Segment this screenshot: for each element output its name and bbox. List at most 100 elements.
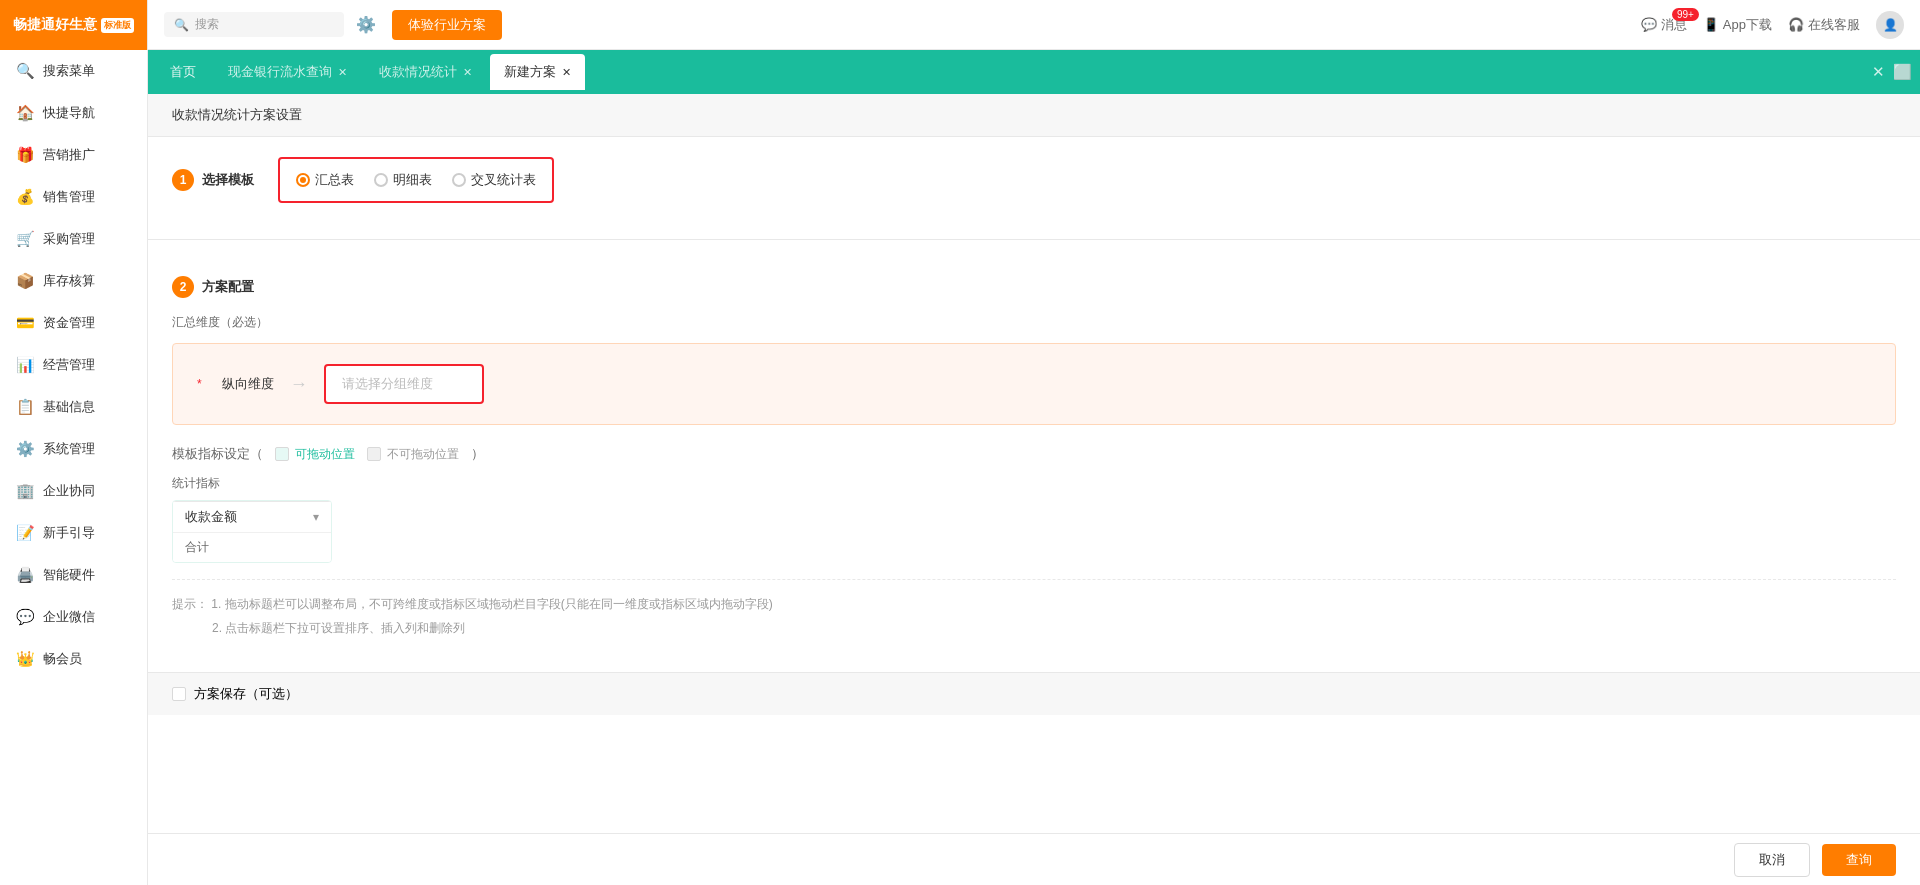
metric-header: 模板指标设定（ 可拖动位置 不可拖动位置 ） xyxy=(172,445,1896,463)
save-plan-checkbox[interactable] xyxy=(172,687,186,701)
tab-home[interactable]: 首页 xyxy=(156,57,210,87)
message-icon: 💬 xyxy=(1641,17,1657,32)
online-service[interactable]: 🎧 在线客服 xyxy=(1788,16,1860,34)
sidebar-item-label: 企业协同 xyxy=(43,482,95,500)
step2-section: 2 方案配置 汇总维度（必选） * 纵向维度 → 请选择分组维度 xyxy=(148,256,1920,672)
sidebar-item-label: 畅会员 xyxy=(43,650,82,668)
sidebar-item-search[interactable]: 🔍 搜索菜单 xyxy=(0,50,147,92)
sidebar-item-basic-info[interactable]: 📋 基础信息 xyxy=(0,386,147,428)
tab-close-icon[interactable]: ✕ xyxy=(338,67,347,78)
box-icon: 📦 xyxy=(16,272,35,290)
stats-label: 统计指标 xyxy=(172,475,220,492)
toggle-inactive-box xyxy=(367,447,381,461)
logo-text: 畅捷通好生意 xyxy=(13,16,97,34)
sidebar-item-label: 搜索菜单 xyxy=(43,62,95,80)
tab-label: 现金银行流水查询 xyxy=(228,63,332,81)
bottom-action-bar: 取消 查询 xyxy=(148,833,1920,885)
metric-layout: 统计指标 收款金额 ▾ 合计 xyxy=(172,475,1896,563)
sidebar-item-enterprise[interactable]: 🏢 企业协同 xyxy=(0,470,147,512)
guide-icon: 📝 xyxy=(16,524,35,542)
sidebar-item-sales[interactable]: 💰 销售管理 xyxy=(0,176,147,218)
sidebar-item-label: 资金管理 xyxy=(43,314,95,332)
sidebar: 畅捷通好生意 标准版 🔍 搜索菜单 🏠 快捷导航 🎁 营销推广 💰 销售管理 🛒… xyxy=(0,0,148,885)
card-icon: 💳 xyxy=(16,314,35,332)
sidebar-item-guide[interactable]: 📝 新手引导 xyxy=(0,512,147,554)
download-icon: 📱 xyxy=(1703,17,1719,32)
dim-selector[interactable]: 请选择分组维度 xyxy=(324,364,484,404)
settings-icon[interactable]: ⚙️ xyxy=(356,15,376,34)
sidebar-item-purchase[interactable]: 🛒 采购管理 xyxy=(0,218,147,260)
metric-row-label: 合计 xyxy=(185,540,209,554)
maximize-icon[interactable]: ⬜ xyxy=(1893,63,1912,81)
sidebar-item-marketing[interactable]: 🎁 营销推广 xyxy=(0,134,147,176)
step1-number: 1 xyxy=(172,169,194,191)
metric-table: 收款金额 ▾ 合计 xyxy=(172,500,332,563)
sidebar-item-label: 快捷导航 xyxy=(43,104,95,122)
tab-receipt-stats[interactable]: 收款情况统计 ✕ xyxy=(365,54,486,90)
sidebar-item-member[interactable]: 👑 畅会员 xyxy=(0,638,147,680)
sidebar-item-label: 营销推广 xyxy=(43,146,95,164)
cancel-button[interactable]: 取消 xyxy=(1734,843,1810,877)
tab-close-icon[interactable]: ✕ xyxy=(562,67,571,78)
industry-btn[interactable]: 体验行业方案 xyxy=(392,10,502,40)
header-right: 💬 消息 99+ 📱 App下载 🎧 在线客服 👤 xyxy=(1641,11,1904,39)
dimension-area: * 纵向维度 → 请选择分组维度 xyxy=(172,343,1896,425)
tab-close-icon[interactable]: ✕ xyxy=(463,67,472,78)
dim-section-title: 汇总维度（必选） xyxy=(172,314,1896,331)
user-avatar[interactable]: 👤 xyxy=(1876,11,1904,39)
query-button[interactable]: 查询 xyxy=(1822,844,1896,876)
sidebar-item-wechat[interactable]: 💬 企业微信 xyxy=(0,596,147,638)
list-icon: 📋 xyxy=(16,398,35,416)
app-download[interactable]: 📱 App下载 xyxy=(1703,16,1772,34)
radio-summary[interactable]: 汇总表 xyxy=(296,171,354,189)
close-window-icon[interactable]: ✕ xyxy=(1872,63,1885,81)
sidebar-item-quick-nav[interactable]: 🏠 快捷导航 xyxy=(0,92,147,134)
radio-cross[interactable]: 交叉统计表 xyxy=(452,171,536,189)
message-badge[interactable]: 💬 消息 99+ xyxy=(1641,16,1687,34)
tab-label: 新建方案 xyxy=(504,63,556,81)
toggle-inactive[interactable]: 不可拖动位置 xyxy=(367,446,459,463)
stats-label-area: 统计指标 收款金额 ▾ 合计 xyxy=(172,475,332,563)
sidebar-item-system[interactable]: ⚙️ 系统管理 xyxy=(0,428,147,470)
tip-line2: 2. 点击标题栏下拉可设置排序、插入列和删除列 xyxy=(172,616,1896,640)
gift-icon: 🎁 xyxy=(16,146,35,164)
metric-row-item: 合计 xyxy=(173,532,331,562)
radio-label-cross: 交叉统计表 xyxy=(471,171,536,189)
metric-col-header-row[interactable]: 收款金额 ▾ xyxy=(173,501,331,532)
radio-circle-summary xyxy=(296,173,310,187)
sidebar-item-inventory[interactable]: 📦 库存核算 xyxy=(0,260,147,302)
page-breadcrumb: 收款情况统计方案设置 xyxy=(148,94,1920,137)
sidebar-item-operations[interactable]: 📊 经营管理 xyxy=(0,344,147,386)
wechat-icon: 💬 xyxy=(16,608,35,626)
toggle-active[interactable]: 可拖动位置 xyxy=(275,446,355,463)
radio-detail[interactable]: 明细表 xyxy=(374,171,432,189)
sidebar-item-label: 基础信息 xyxy=(43,398,95,416)
sidebar-item-label: 企业微信 xyxy=(43,608,95,626)
tips-section: 提示： 1. 拖动标题栏可以调整布局，不可跨维度或指标区域拖动栏目字段(只能在同… xyxy=(172,580,1896,652)
breadcrumb-text: 收款情况统计方案设置 xyxy=(172,107,302,122)
sidebar-item-label: 新手引导 xyxy=(43,524,95,542)
toggle-active-box xyxy=(275,447,289,461)
service-icon: 🎧 xyxy=(1788,17,1804,32)
tab-new-plan[interactable]: 新建方案 ✕ xyxy=(490,54,585,90)
sidebar-item-funds[interactable]: 💳 资金管理 xyxy=(0,302,147,344)
msg-count-badge: 99+ xyxy=(1672,8,1699,21)
metric-section-title: 模板指标设定（ xyxy=(172,445,263,463)
step1-section: 1 选择模板 汇总表 明细表 xyxy=(148,137,1920,239)
hardware-icon: 🖨️ xyxy=(16,566,35,584)
tab-label: 收款情况统计 xyxy=(379,63,457,81)
tab-bank-flow[interactable]: 现金银行流水查询 ✕ xyxy=(214,54,361,90)
sidebar-item-label: 库存核算 xyxy=(43,272,95,290)
sidebar-item-label: 经营管理 xyxy=(43,356,95,374)
sidebar-item-hardware[interactable]: 🖨️ 智能硬件 xyxy=(0,554,147,596)
step1-badge: 1 选择模板 xyxy=(172,169,254,191)
sidebar-item-label: 智能硬件 xyxy=(43,566,95,584)
search-placeholder-text: 搜索 xyxy=(195,16,219,33)
radio-circle-detail xyxy=(374,173,388,187)
step2-number: 2 xyxy=(172,276,194,298)
step1-label: 选择模板 xyxy=(202,171,254,189)
step2-row: 2 方案配置 xyxy=(172,276,1896,298)
toggle-active-label: 可拖动位置 xyxy=(295,446,355,463)
header-search[interactable]: 🔍 搜索 xyxy=(164,12,344,37)
search-header-icon: 🔍 xyxy=(174,18,189,32)
